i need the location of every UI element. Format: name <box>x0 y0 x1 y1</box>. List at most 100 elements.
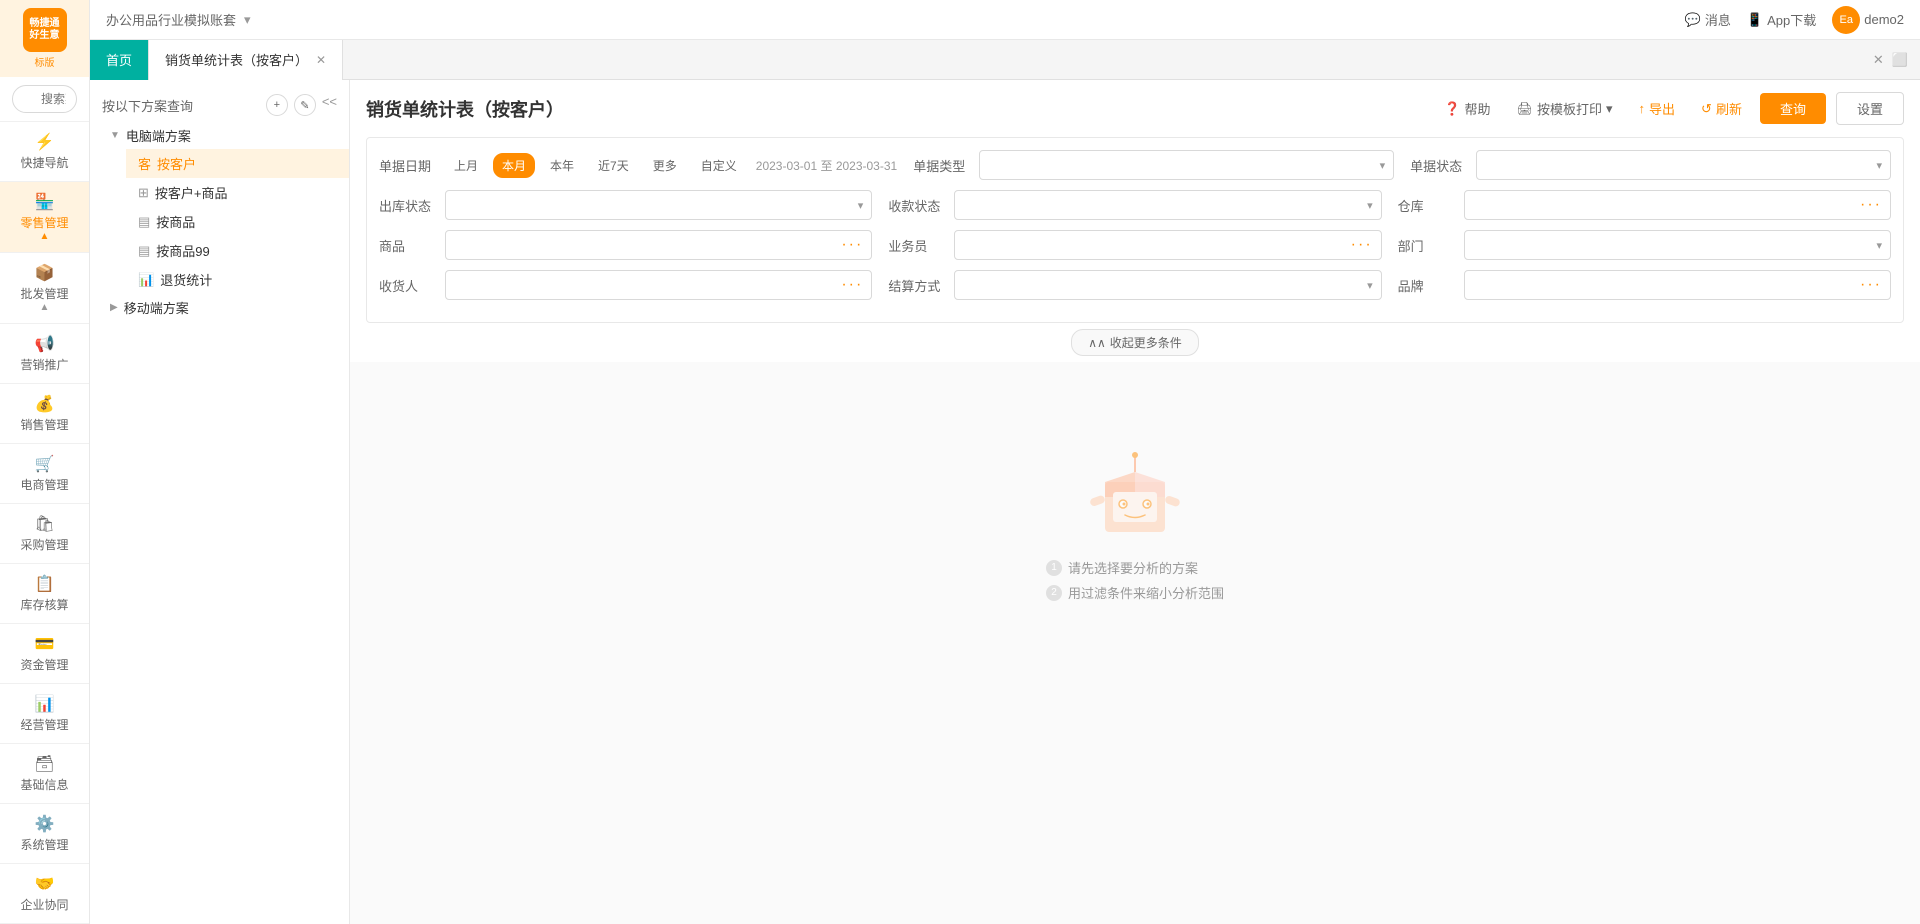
tree-node-by-customer[interactable]: 客 按客户 <box>126 149 349 178</box>
tree-node-by-customer-product[interactable]: ⊞ 按客户+商品 <box>126 178 349 207</box>
sidebar-item-label: 快捷导航 <box>20 154 68 171</box>
date-btn-more[interactable]: 更多 <box>644 153 686 178</box>
brand-filter: 品牌 ··· <box>1398 270 1891 300</box>
product-label: 商品 <box>379 236 439 255</box>
sidebar-item-label: 零售管理 <box>20 214 68 231</box>
panel-actions: + ✎ << <box>266 94 337 116</box>
date-btn-this-month[interactable]: 本月 <box>493 153 535 178</box>
enterprise-icon: 🤝 <box>35 874 55 894</box>
sidebar-item-retail[interactable]: 🏪 零售管理 ▲ <box>0 182 89 253</box>
sales-icon: 💰 <box>35 394 55 414</box>
collapse-panel-btn[interactable]: << <box>322 94 337 116</box>
date-label: 单据日期 <box>379 156 439 175</box>
tree-expand-arrow: ▼ <box>110 130 120 141</box>
right-area: 销货单统计表（按客户） ❓ 帮助 🖨 按模板打印 ▾ ↑ <box>350 80 1920 924</box>
recipient-select[interactable]: ··· <box>445 270 872 300</box>
print-icon: 🖨 <box>1516 101 1533 117</box>
download-icon: 📱 <box>1747 12 1763 28</box>
settings-button[interactable]: 设置 <box>1836 92 1904 125</box>
page-title-row: 销货单统计表（按客户） ❓ 帮助 🖨 按模板打印 ▾ ↑ <box>366 92 1904 125</box>
tree-node-by-product-99[interactable]: ▤ 按商品99 <box>126 236 349 265</box>
date-btn-last-month[interactable]: 上月 <box>445 153 487 178</box>
active-node-icon: 客 <box>138 154 151 173</box>
date-btn-last-7-days[interactable]: 近7天 <box>589 153 638 178</box>
sidebar-item-wholesale[interactable]: 📦 批发管理 ▲ <box>0 253 89 324</box>
sidebar-item-label: 销售管理 <box>20 416 68 433</box>
filter-row-2: 出库状态 ▾ 收款状态 ▾ <box>379 190 1891 220</box>
collapse-row: ∧∧ 收起更多条件 <box>366 323 1904 362</box>
empty-tip-1: 1 请先选择要分析的方案 <box>1046 558 1224 577</box>
left-panel: 按以下方案查询 + ✎ << ▼ 电脑端方案 <box>90 80 350 924</box>
sidebar-item-system[interactable]: ⚙️ 系统管理 <box>0 804 89 864</box>
template-print-btn[interactable]: 🖨 按模板打印 ▾ <box>1508 95 1620 122</box>
finance-icon: 💳 <box>35 634 55 654</box>
tip2-text: 用过滤条件来缩小分析范围 <box>1068 583 1224 602</box>
wholesale-icon: 📦 <box>35 263 55 283</box>
app-download-btn[interactable]: 📱 App下载 <box>1747 10 1816 29</box>
sidebar-item-purchase[interactable]: 🛍 采购管理 <box>0 504 89 564</box>
window-close-icon[interactable]: ✕ <box>1873 52 1884 68</box>
export-btn[interactable]: ↑ 导出 <box>1631 95 1684 122</box>
tree-node-return-stats[interactable]: 📊 退货统计 <box>126 265 349 294</box>
brand-label: 品牌 <box>1398 276 1458 295</box>
sidebar-item-ecommerce[interactable]: 🛒 电商管理 <box>0 444 89 504</box>
user-avatar: Ea <box>1832 6 1860 34</box>
breadcrumb-dropdown-icon[interactable]: ▾ <box>244 12 251 28</box>
add-scheme-btn[interactable]: + <box>266 94 288 116</box>
sidebar-item-shortcut[interactable]: ⚡ 快捷导航 <box>0 122 89 182</box>
bar-chart-icon: 📊 <box>138 272 154 288</box>
tab-close-icon[interactable]: ✕ <box>316 53 326 67</box>
sidebar-item-finance[interactable]: 💳 资金管理 <box>0 624 89 684</box>
settlement-select[interactable]: ▾ <box>954 270 1381 300</box>
empty-state: 1 请先选择要分析的方案 2 用过滤条件来缩小分析范围 <box>350 362 1920 688</box>
search-menu-input[interactable] <box>12 85 77 113</box>
user-profile-btn[interactable]: Ea demo2 <box>1832 6 1904 34</box>
department-select[interactable]: ▾ <box>1464 230 1891 260</box>
sidebar-item-marketing[interactable]: 📢 营销推广 <box>0 324 89 384</box>
sidebar-item-label: 资金管理 <box>20 656 68 673</box>
tree-group-mobile[interactable]: ▶ 移动端方案 <box>90 294 349 321</box>
sidebar-item-inventory[interactable]: 📋 库存核算 <box>0 564 89 624</box>
salesperson-dots: ··· <box>1351 236 1373 254</box>
refresh-label: 刷新 <box>1716 99 1742 118</box>
template-print-arrow: ▾ <box>1606 101 1613 117</box>
sidebar-item-basic[interactable]: 🗃 基础信息 <box>0 744 89 804</box>
tree-group-desktop[interactable]: ▼ 电脑端方案 <box>90 122 349 149</box>
product-select[interactable]: ··· <box>445 230 872 260</box>
out-status-select[interactable]: ▾ <box>445 190 872 220</box>
help-btn[interactable]: ❓ 帮助 <box>1436 95 1498 122</box>
messages-btn[interactable]: 💬 消息 <box>1685 10 1731 29</box>
logo-sub: 标版 <box>35 54 55 69</box>
export-label: 导出 <box>1649 99 1675 118</box>
date-btn-this-year[interactable]: 本年 <box>541 153 583 178</box>
tab-sales-by-customer[interactable]: 销货单统计表（按客户） ✕ <box>149 40 343 80</box>
bill-type-select[interactable]: ▾ <box>979 150 1394 180</box>
shortcut-icon: ⚡ <box>35 132 55 152</box>
bill-status-label: 单据状态 <box>1410 156 1470 175</box>
brand-select[interactable]: ··· <box>1464 270 1891 300</box>
receipt-status-select[interactable]: ▾ <box>954 190 1381 220</box>
warehouse-select[interactable]: ··· <box>1464 190 1891 220</box>
sidebar-item-operations[interactable]: 📊 经营管理 <box>0 684 89 744</box>
edit-scheme-btn[interactable]: ✎ <box>294 94 316 116</box>
sidebar-item-label: 电商管理 <box>20 476 68 493</box>
query-button[interactable]: 查询 <box>1760 93 1826 124</box>
collapse-label: 收起更多条件 <box>1110 334 1182 351</box>
grid-icon: ⊞ <box>138 185 149 201</box>
purchase-icon: 🛍 <box>34 514 54 534</box>
sidebar-item-enterprise[interactable]: 🤝 企业协同 <box>0 864 89 924</box>
date-btn-custom[interactable]: 自定义 <box>692 153 746 178</box>
tab-home[interactable]: 首页 <box>90 40 149 80</box>
salesperson-select[interactable]: ··· <box>954 230 1381 260</box>
tree-node-by-product[interactable]: ▤ 按商品 <box>126 207 349 236</box>
collapse-more-conditions-btn[interactable]: ∧∧ 收起更多条件 <box>1071 329 1199 356</box>
bill-status-select[interactable]: ▾ <box>1476 150 1891 180</box>
bill-status-chevron: ▾ <box>1876 159 1882 172</box>
bill-type-filter: 单据类型 ▾ <box>913 150 1394 180</box>
refresh-btn[interactable]: ↺ 刷新 <box>1693 95 1750 122</box>
sidebar-item-sales[interactable]: 💰 销售管理 <box>0 384 89 444</box>
sidebar-item-label: 批发管理 <box>20 285 68 302</box>
receipt-status-chevron: ▾ <box>1367 199 1373 212</box>
window-maximize-icon[interactable]: ⬜ <box>1892 52 1908 68</box>
date-range-display: 2023-03-01 至 2023-03-31 <box>756 157 897 174</box>
